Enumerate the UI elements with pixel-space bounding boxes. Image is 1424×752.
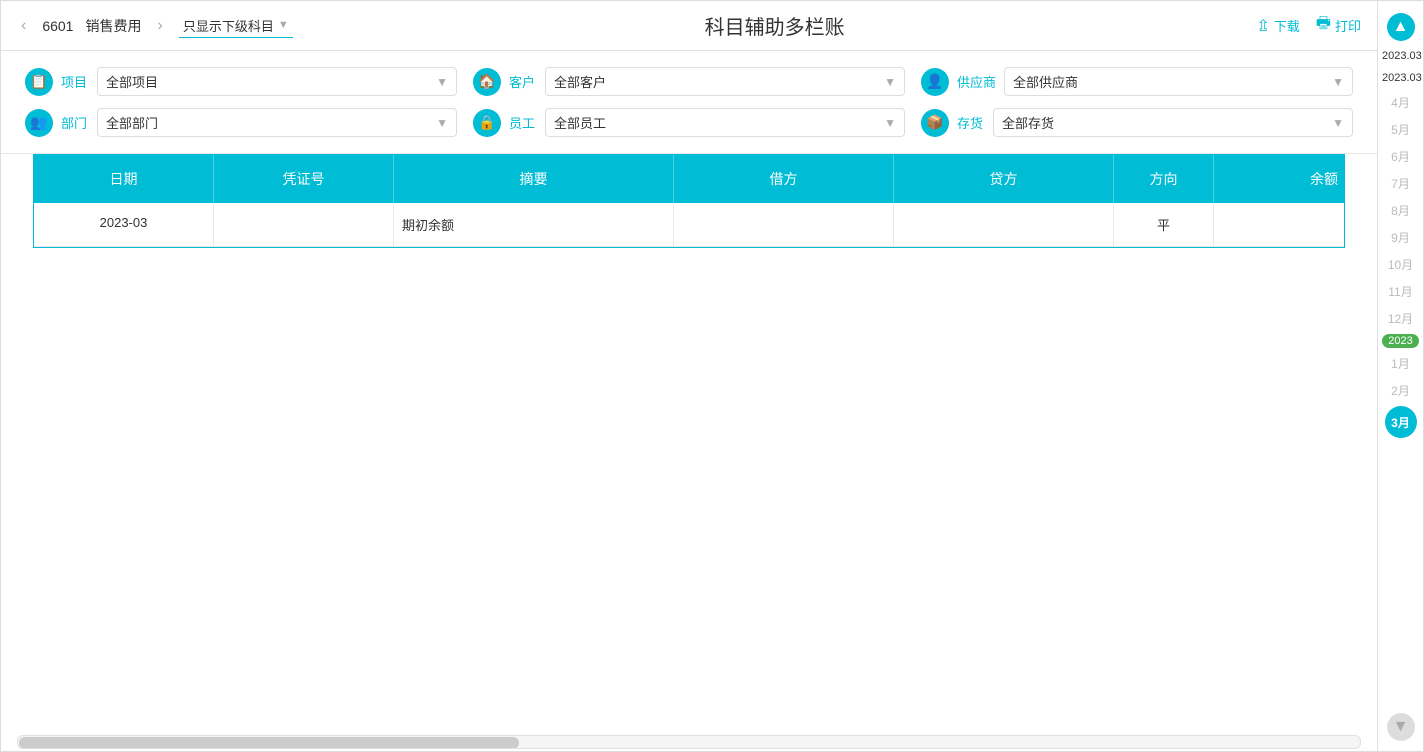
- supplier-chevron-icon: ▼: [1332, 75, 1344, 89]
- ledger-table: 日期 凭证号 摘要 借方 贷方 方向 余额 2023-03 期初余额 平: [33, 154, 1345, 248]
- filter-employee: 🔒 员工 全部员工 ▼: [465, 102, 913, 143]
- prev-account-button[interactable]: ‹: [17, 15, 30, 37]
- cell-voucher: [214, 203, 394, 246]
- timeline-month-9[interactable]: 9月: [1378, 224, 1423, 251]
- cell-balance: [1214, 203, 1345, 246]
- customer-select-value: 全部客户: [554, 72, 884, 91]
- employee-select-value: 全部员工: [554, 113, 884, 132]
- col-voucher: 凭证号: [214, 155, 394, 203]
- timeline-current-month[interactable]: 3月: [1385, 406, 1417, 438]
- col-date: 日期: [34, 155, 214, 203]
- cell-debit: [674, 203, 894, 246]
- department-icon: 👥: [25, 109, 53, 137]
- filter-department: 👥 部门 全部部门 ▼: [17, 102, 465, 143]
- department-select[interactable]: 全部部门 ▼: [97, 108, 457, 137]
- filter-inventory: 📦 存货 全部存货 ▼: [913, 102, 1361, 143]
- horizontal-scrollbar[interactable]: [17, 735, 1361, 749]
- print-button[interactable]: 🖶 打印: [1316, 12, 1361, 39]
- cell-date: 2023-03: [34, 203, 214, 246]
- project-select[interactable]: 全部项目 ▼: [97, 67, 457, 96]
- project-icon: 📋: [25, 68, 53, 96]
- employee-select[interactable]: 全部员工 ▼: [545, 108, 905, 137]
- project-chevron-icon: ▼: [436, 75, 448, 89]
- col-debit: 借方: [674, 155, 894, 203]
- employee-chevron-icon: ▼: [884, 116, 896, 130]
- download-button[interactable]: ⇫ 下载: [1256, 16, 1299, 36]
- cell-direction: 平: [1114, 203, 1214, 246]
- project-label: 项目: [61, 72, 89, 91]
- col-credit: 贷方: [894, 155, 1114, 203]
- department-select-value: 全部部门: [106, 113, 436, 132]
- page-title: 科目辅助多栏账: [305, 11, 1245, 40]
- timeline-month-10[interactable]: 10月: [1378, 251, 1423, 278]
- timeline-month-7[interactable]: 7月: [1378, 170, 1423, 197]
- timeline-panel: ▲ 2023.03 2023.03 4月 5月 6月 7月 8月 9月 10月 …: [1377, 1, 1423, 752]
- timeline-month-5[interactable]: 5月: [1378, 116, 1423, 143]
- table-row: 2023-03 期初余额 平: [34, 203, 1344, 247]
- timeline-period-1[interactable]: 2023.03: [1378, 45, 1423, 67]
- customer-label: 客户: [509, 72, 537, 91]
- col-balance: 余额: [1214, 155, 1345, 203]
- inventory-select[interactable]: 全部存货 ▼: [993, 108, 1353, 137]
- inventory-select-value: 全部存货: [1002, 113, 1332, 132]
- show-sub-label: 只显示下级科目: [183, 16, 274, 35]
- col-summary: 摘要: [394, 155, 674, 203]
- download-label: 下载: [1274, 16, 1300, 35]
- scroll-thumb: [19, 737, 519, 749]
- show-sub-chevron-icon: ▼: [278, 19, 289, 31]
- supplier-select-value: 全部供应商: [1013, 72, 1332, 91]
- inventory-icon: 📦: [921, 109, 949, 137]
- show-sub-select[interactable]: 只显示下级科目 ▼: [179, 14, 293, 38]
- timeline-month-8[interactable]: 8月: [1378, 197, 1423, 224]
- account-code: 6601: [42, 18, 73, 34]
- col-direction: 方向: [1114, 155, 1214, 203]
- next-account-button[interactable]: ›: [153, 15, 166, 37]
- customer-icon: 🏠: [473, 68, 501, 96]
- customer-select[interactable]: 全部客户 ▼: [545, 67, 905, 96]
- customer-chevron-icon: ▼: [884, 75, 896, 89]
- department-label: 部门: [61, 113, 89, 132]
- table-header: 日期 凭证号 摘要 借方 贷方 方向 余额: [34, 155, 1344, 203]
- supplier-icon: 👤: [921, 68, 949, 96]
- table-body: 2023-03 期初余额 平: [34, 203, 1344, 247]
- cell-credit: [894, 203, 1114, 246]
- timeline-month-6[interactable]: 6月: [1378, 143, 1423, 170]
- print-icon: 🖶: [1316, 12, 1331, 39]
- employee-icon: 🔒: [473, 109, 501, 137]
- cell-summary: 期初余额: [394, 203, 674, 246]
- account-name: 销售费用: [85, 16, 141, 36]
- timeline-down-button[interactable]: ▼: [1387, 713, 1415, 741]
- timeline-month-1[interactable]: 1月: [1378, 350, 1423, 377]
- filter-supplier: 👤 供应商 全部供应商 ▼: [913, 61, 1361, 102]
- timeline-period-2[interactable]: 2023.03: [1378, 67, 1423, 89]
- filter-customer: 🏠 客户 全部客户 ▼: [465, 61, 913, 102]
- supplier-select[interactable]: 全部供应商 ▼: [1004, 67, 1353, 96]
- inventory-label: 存货: [957, 113, 985, 132]
- timeline-month-2[interactable]: 2月: [1378, 377, 1423, 404]
- inventory-chevron-icon: ▼: [1332, 116, 1344, 130]
- timeline-month-12[interactable]: 12月: [1378, 305, 1423, 332]
- print-label: 打印: [1335, 16, 1361, 35]
- project-select-value: 全部项目: [106, 72, 436, 91]
- timeline-month-11[interactable]: 11月: [1378, 278, 1423, 305]
- filters-panel: 📋 项目 全部项目 ▼ 🏠 客户 全部客户 ▼ 👤 供应商 全部供应: [1, 51, 1377, 154]
- filter-project: 📋 项目 全部项目 ▼: [17, 61, 465, 102]
- timeline-month-4[interactable]: 4月: [1378, 89, 1423, 116]
- timeline-up-button[interactable]: ▲: [1387, 13, 1415, 41]
- supplier-label: 供应商: [957, 72, 996, 91]
- timeline-year-badge[interactable]: 2023: [1382, 334, 1418, 348]
- department-chevron-icon: ▼: [436, 116, 448, 130]
- download-icon: ⇫: [1256, 16, 1269, 36]
- employee-label: 员工: [509, 113, 537, 132]
